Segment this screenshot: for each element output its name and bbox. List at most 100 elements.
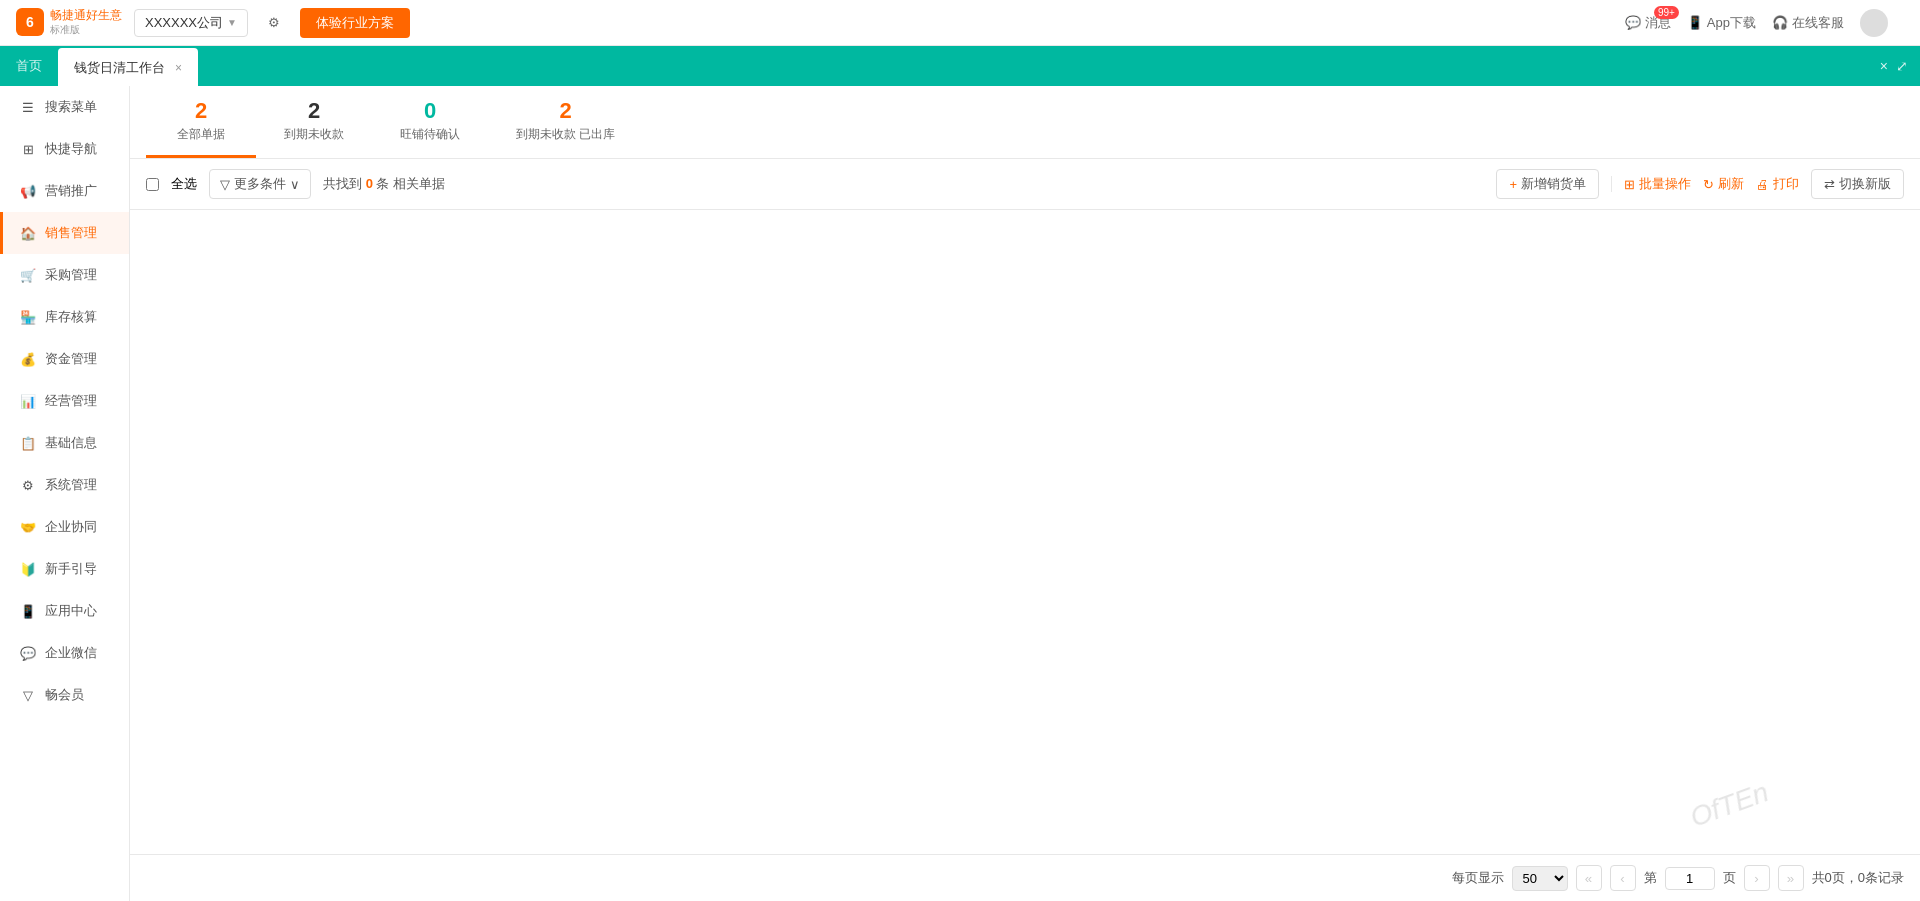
sales-icon: 🏠 xyxy=(19,224,37,242)
sidebar-item-search[interactable]: ☰ 搜索菜单 xyxy=(0,86,129,128)
sidebar-label-member: 畅会员 xyxy=(45,686,84,704)
sidebar-label-wechat: 企业微信 xyxy=(45,644,97,662)
page-size-label: 每页显示 xyxy=(1452,869,1504,887)
add-btn-label: 新增销货单 xyxy=(1521,175,1586,193)
refresh-button[interactable]: ↻ 刷新 xyxy=(1703,175,1744,193)
print-button[interactable]: 🖨 打印 xyxy=(1756,175,1799,193)
inventory-icon: 🏪 xyxy=(19,308,37,326)
switch-icon: ⇄ xyxy=(1824,177,1835,192)
sidebar-label-marketing: 营销推广 xyxy=(45,182,97,200)
page-size-select[interactable]: 50 100 200 xyxy=(1512,866,1568,891)
top-bar: 6 畅捷通好生意 标准版 XXXXXX公司 ▼ ⚙ 体验行业方案 💬 消息 99… xyxy=(0,0,1920,46)
found-prefix: 共找到 xyxy=(323,176,362,191)
sidebar-item-quicknav[interactable]: ⊞ 快捷导航 xyxy=(0,128,129,170)
switch-version-button[interactable]: ⇄ 切换新版 xyxy=(1811,169,1904,199)
logo-name: 畅捷通好生意 xyxy=(50,8,122,22)
tab-minimize-button[interactable]: × xyxy=(1880,58,1888,74)
sidebar-label-inventory: 库存核算 xyxy=(45,308,97,326)
member-icon: ▽ xyxy=(19,686,37,704)
service-icon: 🎧 xyxy=(1772,15,1788,30)
top-bar-left: 6 畅捷通好生意 标准版 XXXXXX公司 ▼ ⚙ 体验行业方案 xyxy=(16,8,410,38)
stat-tab-overdue[interactable]: 2 到期未收款 xyxy=(256,86,372,158)
filter-button[interactable]: ▽ 更多条件 ∨ xyxy=(209,169,311,199)
sidebar-item-app[interactable]: 📱 应用中心 xyxy=(0,590,129,632)
stat-tab-shipped[interactable]: 2 到期未收款 已出库 xyxy=(488,86,643,158)
prev-page-button[interactable]: ‹ xyxy=(1610,865,1636,891)
trial-button[interactable]: 体验行业方案 xyxy=(300,8,410,38)
sidebar-item-finance[interactable]: 💰 资金管理 xyxy=(0,338,129,380)
stat-count-all: 2 xyxy=(195,98,207,124)
logo-area: 6 畅捷通好生意 标准版 xyxy=(16,8,122,36)
sidebar-item-guide[interactable]: 🔰 新手引导 xyxy=(0,548,129,590)
refresh-icon: ↻ xyxy=(1703,177,1714,192)
avatar[interactable] xyxy=(1860,9,1888,37)
content-area: 2 全部单据 2 到期未收款 0 旺铺待确认 2 到期未收款 已出库 全选 ▽ … xyxy=(130,86,1920,901)
sidebar-item-member[interactable]: ▽ 畅会员 xyxy=(0,674,129,716)
page-label: 第 xyxy=(1644,869,1657,887)
quicknav-icon: ⊞ xyxy=(19,140,37,158)
tab-maximize-button[interactable]: ⤢ xyxy=(1896,58,1908,74)
search-icon: ☰ xyxy=(19,98,37,116)
tab-workbench[interactable]: 钱货日清工作台 × xyxy=(58,48,198,88)
dropdown-arrow-icon: ▼ xyxy=(227,17,237,28)
logo-text-area: 畅捷通好生意 标准版 xyxy=(50,8,122,36)
sidebar-label-ops: 经营管理 xyxy=(45,392,97,410)
pagination: 每页显示 50 100 200 « ‹ 第 页 › » 共0页，0条记录 xyxy=(130,854,1920,901)
sidebar-item-purchase[interactable]: 🛒 采购管理 xyxy=(0,254,129,296)
stats-tabs: 2 全部单据 2 到期未收款 0 旺铺待确认 2 到期未收款 已出库 xyxy=(130,86,1920,159)
stat-tab-all[interactable]: 2 全部单据 xyxy=(146,86,256,158)
sidebar-item-system[interactable]: ⚙ 系统管理 xyxy=(0,464,129,506)
next-page-button[interactable]: › xyxy=(1744,865,1770,891)
top-bar-right: 💬 消息 99+ 📱 App下载 🎧 在线客服 xyxy=(1625,9,1904,37)
sidebar-item-wechat[interactable]: 💬 企业微信 xyxy=(0,632,129,674)
sidebar-item-sales[interactable]: 🏠 销售管理 xyxy=(0,212,129,254)
sidebar-label-quicknav: 快捷导航 xyxy=(45,140,97,158)
stat-count-shipped: 2 xyxy=(560,98,572,124)
add-sales-order-button[interactable]: + 新增销货单 xyxy=(1496,169,1599,199)
app-download-button[interactable]: 📱 App下载 xyxy=(1687,14,1756,32)
sidebar-label-search: 搜索菜单 xyxy=(45,98,97,116)
sidebar-label-purchase: 采购管理 xyxy=(45,266,97,284)
sidebar-label-sales: 销售管理 xyxy=(45,224,97,242)
marketing-icon: 📢 xyxy=(19,182,37,200)
base-icon: 📋 xyxy=(19,434,37,452)
found-text: 共找到 0 条 相关单据 xyxy=(323,175,445,193)
tab-home[interactable]: 首页 xyxy=(0,46,58,86)
filter-icon: ▽ xyxy=(220,177,230,192)
page-suffix: 页 xyxy=(1723,869,1736,887)
tab-bar: 首页 钱货日清工作台 × × ⤢ xyxy=(0,46,1920,86)
found-unit: 条 xyxy=(376,176,389,191)
corp-icon: 🤝 xyxy=(19,518,37,536)
sidebar-label-corp: 企业协同 xyxy=(45,518,97,536)
page-number-input[interactable] xyxy=(1665,867,1715,890)
sidebar-item-ops[interactable]: 📊 经营管理 xyxy=(0,380,129,422)
sidebar: ☰ 搜索菜单 ⊞ 快捷导航 📢 营销推广 🏠 销售管理 🛒 采购管理 🏪 库存核… xyxy=(0,86,130,901)
phone-icon: 📱 xyxy=(1687,15,1703,30)
print-label: 打印 xyxy=(1773,175,1799,193)
last-page-button[interactable]: » xyxy=(1778,865,1804,891)
sidebar-item-marketing[interactable]: 📢 营销推广 xyxy=(0,170,129,212)
total-info: 共0页，0条记录 xyxy=(1812,869,1904,887)
sidebar-item-inventory[interactable]: 🏪 库存核算 xyxy=(0,296,129,338)
message-button[interactable]: 💬 消息 99+ xyxy=(1625,14,1671,32)
logo-icon: 6 xyxy=(16,8,44,36)
system-icon: ⚙ xyxy=(19,476,37,494)
select-all-checkbox[interactable] xyxy=(146,178,159,191)
plus-icon: + xyxy=(1509,177,1517,192)
sidebar-item-corp[interactable]: 🤝 企业协同 xyxy=(0,506,129,548)
message-icon: 💬 xyxy=(1625,15,1641,30)
company-name: XXXXXX公司 xyxy=(145,14,223,32)
settings-button[interactable]: ⚙ xyxy=(260,9,288,37)
first-page-button[interactable]: « xyxy=(1576,865,1602,891)
online-service-button[interactable]: 🎧 在线客服 xyxy=(1772,14,1844,32)
stat-tab-pending[interactable]: 0 旺铺待确认 xyxy=(372,86,488,158)
tab-close-icon[interactable]: × xyxy=(175,61,182,75)
batch-icon: ⊞ xyxy=(1624,177,1635,192)
sidebar-item-base[interactable]: 📋 基础信息 xyxy=(0,422,129,464)
found-count: 0 xyxy=(366,176,373,191)
batch-operation-button[interactable]: ⊞ 批量操作 xyxy=(1624,175,1691,193)
filter-label: 更多条件 xyxy=(234,175,286,193)
company-selector[interactable]: XXXXXX公司 ▼ xyxy=(134,9,248,37)
main-layout: ☰ 搜索菜单 ⊞ 快捷导航 📢 营销推广 🏠 销售管理 🛒 采购管理 🏪 库存核… xyxy=(0,86,1920,901)
sidebar-label-app: 应用中心 xyxy=(45,602,97,620)
